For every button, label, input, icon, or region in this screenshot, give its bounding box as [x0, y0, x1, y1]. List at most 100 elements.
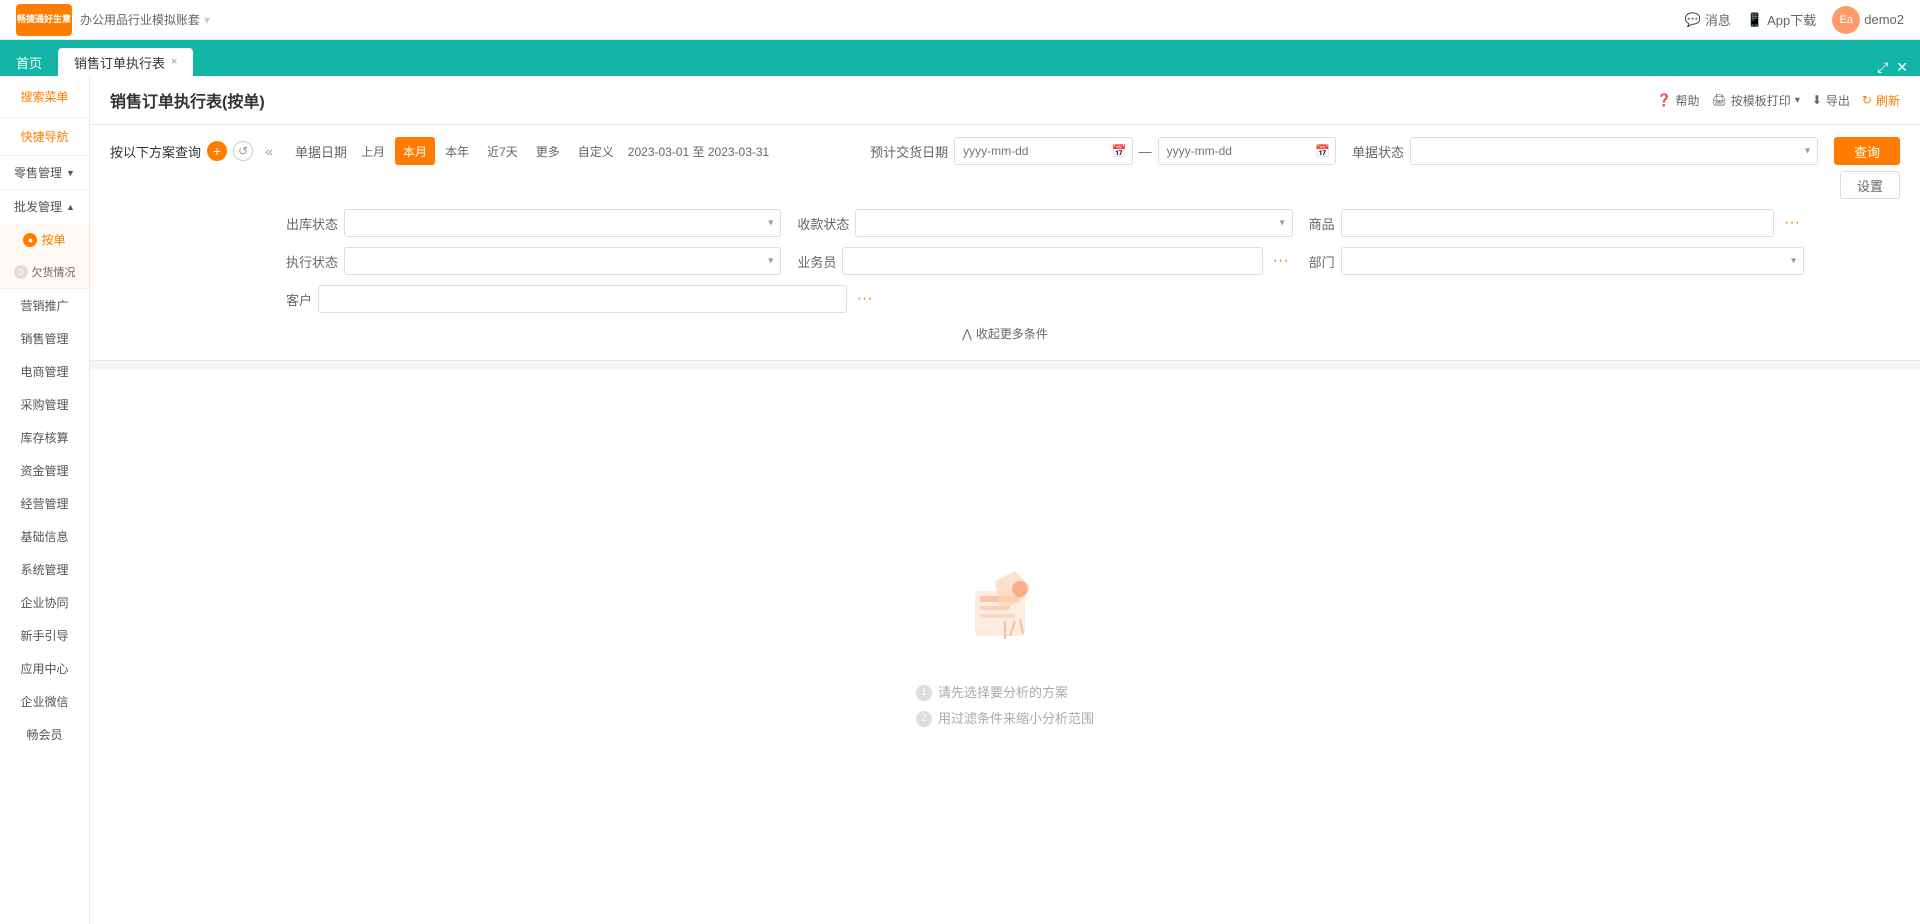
date-btn-last-month[interactable]: 上月: [353, 137, 393, 165]
tab-active[interactable]: 销售订单执行表 ×: [58, 48, 193, 76]
sidebar-item-inventory[interactable]: 库存核算: [0, 421, 89, 454]
settings-button[interactable]: 设置: [1840, 171, 1900, 199]
date-btn-more[interactable]: 更多: [528, 137, 568, 165]
filter-collapse-scheme-btn[interactable]: «: [259, 141, 279, 161]
page-actions: ❓ 帮助 🖨 按模板打印 ▾ ⬇ 导出 ↻ 刷新: [1657, 92, 1900, 109]
breadcrumb: 办公用品行业模拟账套 ▾: [80, 11, 210, 28]
export-btn[interactable]: ⬇ 导出: [1812, 92, 1850, 109]
date-quick-btns: 上月 本月 本年 近7天 更多 自定义: [353, 137, 622, 165]
empty-tips: 1 请先选择要分析的方案 2 用过滤条件来缩小分析范围: [916, 680, 1094, 732]
collapse-btn[interactable]: ⋀ 收起更多条件: [962, 325, 1048, 342]
filter-dept-field: 部门 ▾: [1309, 247, 1804, 275]
delivery-status-select[interactable]: [344, 209, 781, 237]
date-separator: —: [1139, 144, 1152, 159]
exec-status-label: 执行状态: [286, 252, 338, 271]
collection-status-select-wrapper: ▾: [855, 209, 1292, 237]
customer-input[interactable]: [318, 285, 847, 313]
sidebar-item-finance[interactable]: 资金管理: [0, 454, 89, 487]
query-button[interactable]: 查询: [1834, 137, 1900, 165]
close-window-icon: ✕: [1896, 59, 1908, 76]
sidebar-item-order[interactable]: ● 按单: [0, 223, 89, 256]
filter-date-field: 单据日期 上月 本月 本年 近7天 更多 自定义 2023-03-01 至 20…: [295, 137, 854, 165]
salesperson-label: 业务员: [797, 252, 836, 271]
top-bar: 畅捷通好生意 办公用品行业模拟账套 ▾ 💬 消息 📱 App下载 Ea demo…: [0, 0, 1920, 40]
collection-status-select[interactable]: [855, 209, 1292, 237]
salesperson-input[interactable]: [842, 247, 1262, 275]
filter-delivery-status-field: 出库状态 ▾: [286, 209, 781, 237]
sidebar-item-operations[interactable]: 经营管理: [0, 487, 89, 520]
logo: 畅捷通好生意: [16, 4, 72, 36]
template-print-btn[interactable]: 🖨 按模板打印 ▾: [1712, 92, 1800, 109]
sidebar-item-wechat[interactable]: 企业微信: [0, 685, 89, 718]
sidebar-item-member[interactable]: 畅会员: [0, 718, 89, 751]
action-buttons: 查询 设置: [1834, 137, 1900, 199]
sidebar-item-ecom[interactable]: 电商管理: [0, 355, 89, 388]
filter-customer-field: 客户 ···: [286, 285, 877, 313]
filter-row-2: 出库状态 ▾ 收款状态 ▾ 商品 ···: [110, 209, 1900, 237]
date-btn-this-month[interactable]: 本月: [395, 137, 435, 165]
date-btn-this-year[interactable]: 本年: [437, 137, 477, 165]
sidebar-item-purchase[interactable]: 采购管理: [0, 388, 89, 421]
filter-add-scheme-btn[interactable]: +: [207, 141, 227, 161]
sidebar-section-retail: 零售管理 ▼: [0, 156, 89, 190]
expected-date-end-input[interactable]: [1158, 137, 1336, 165]
tab-home[interactable]: 首页: [0, 48, 58, 76]
doc-status-label: 单据状态: [1352, 142, 1404, 161]
dept-select[interactable]: [1341, 247, 1804, 275]
date-btn-custom[interactable]: 自定义: [570, 137, 622, 165]
user-profile[interactable]: Ea demo2: [1832, 6, 1904, 34]
app-icon: 📱: [1747, 12, 1763, 28]
date-btn-7days[interactable]: 近7天: [479, 137, 526, 165]
page-title: 销售订单执行表(按单): [110, 88, 265, 112]
debt-dot-icon: ⊙: [14, 265, 28, 279]
expected-date-start-input[interactable]: [954, 137, 1132, 165]
filter-collection-status-field: 收款状态 ▾: [797, 209, 1292, 237]
dept-label: 部门: [1309, 252, 1335, 271]
wholesale-submenu: ● 按单 ⊙ 欠货情况: [0, 223, 89, 288]
retail-toggle-icon: ▼: [66, 168, 75, 178]
sidebar-item-apps[interactable]: 应用中心: [0, 652, 89, 685]
sidebar-item-debt[interactable]: ⊙ 欠货情况: [0, 256, 89, 288]
sidebar-item-system[interactable]: 系统管理: [0, 553, 89, 586]
quick-nav-label[interactable]: 快捷导航: [0, 122, 89, 151]
search-menu-btn[interactable]: 搜索菜单: [8, 84, 81, 109]
sidebar-item-enterprise[interactable]: 企业协同: [0, 586, 89, 619]
doc-status-select[interactable]: [1410, 137, 1818, 165]
goods-more-icon[interactable]: ···: [1780, 214, 1804, 232]
tab-expand-btn[interactable]: ⤢ ✕: [1865, 59, 1920, 76]
sidebar-item-basic[interactable]: 基础信息: [0, 520, 89, 553]
collapse-up-icon: ⋀: [962, 327, 972, 341]
exec-status-select[interactable]: [344, 247, 781, 275]
sidebar-item-marketing[interactable]: 营销推广: [0, 289, 89, 322]
tip-item-1: 1 请先选择要分析的方案: [916, 680, 1094, 706]
sidebar-item-retail[interactable]: 零售管理 ▼: [0, 156, 89, 189]
filter-salesperson-field: 业务员 ···: [797, 247, 1292, 275]
empty-state: 1 请先选择要分析的方案 2 用过滤条件来缩小分析范围: [90, 369, 1920, 924]
help-btn[interactable]: ❓ 帮助: [1657, 92, 1700, 109]
filter-refresh-scheme-btn[interactable]: ↺: [233, 141, 253, 161]
sidebar-item-newbie[interactable]: 新手引导: [0, 619, 89, 652]
collapse-section: ⋀ 收起更多条件: [110, 319, 1900, 348]
message-btn[interactable]: 💬 消息: [1685, 10, 1731, 29]
goods-label: 商品: [1309, 214, 1335, 233]
date-field-label: 单据日期: [295, 142, 347, 161]
customer-more-icon[interactable]: ···: [853, 290, 877, 308]
tab-close-icon[interactable]: ×: [171, 56, 177, 68]
tip-num-1: 1: [916, 685, 932, 701]
sidebar-quick-nav: 快捷导航: [0, 118, 89, 156]
sidebar-item-wholesale[interactable]: 批发管理 ▲: [0, 190, 89, 223]
print-dropdown-icon: ▾: [1795, 95, 1800, 106]
message-icon: 💬: [1685, 12, 1701, 28]
refresh-btn[interactable]: ↻ 刷新: [1862, 92, 1900, 109]
expand-icon: ⤢: [1877, 59, 1888, 76]
avatar: Ea: [1832, 6, 1860, 34]
expected-date-end-wrapper: 📅: [1158, 137, 1336, 165]
goods-input[interactable]: [1341, 209, 1774, 237]
top-bar-right: 💬 消息 📱 App下载 Ea demo2: [1685, 6, 1904, 34]
filter-section-header: 按以下方案查询 + ↺ «: [110, 137, 279, 161]
sidebar-item-sales[interactable]: 销售管理: [0, 322, 89, 355]
sidebar: 搜索菜单 快捷导航 零售管理 ▼ 批发管理 ▲ ● 按单 ⊙: [0, 76, 90, 924]
app-download-btn[interactable]: 📱 App下载: [1747, 10, 1816, 29]
expected-date-start-wrapper: 📅: [954, 137, 1132, 165]
salesperson-more-icon[interactable]: ···: [1269, 252, 1293, 270]
